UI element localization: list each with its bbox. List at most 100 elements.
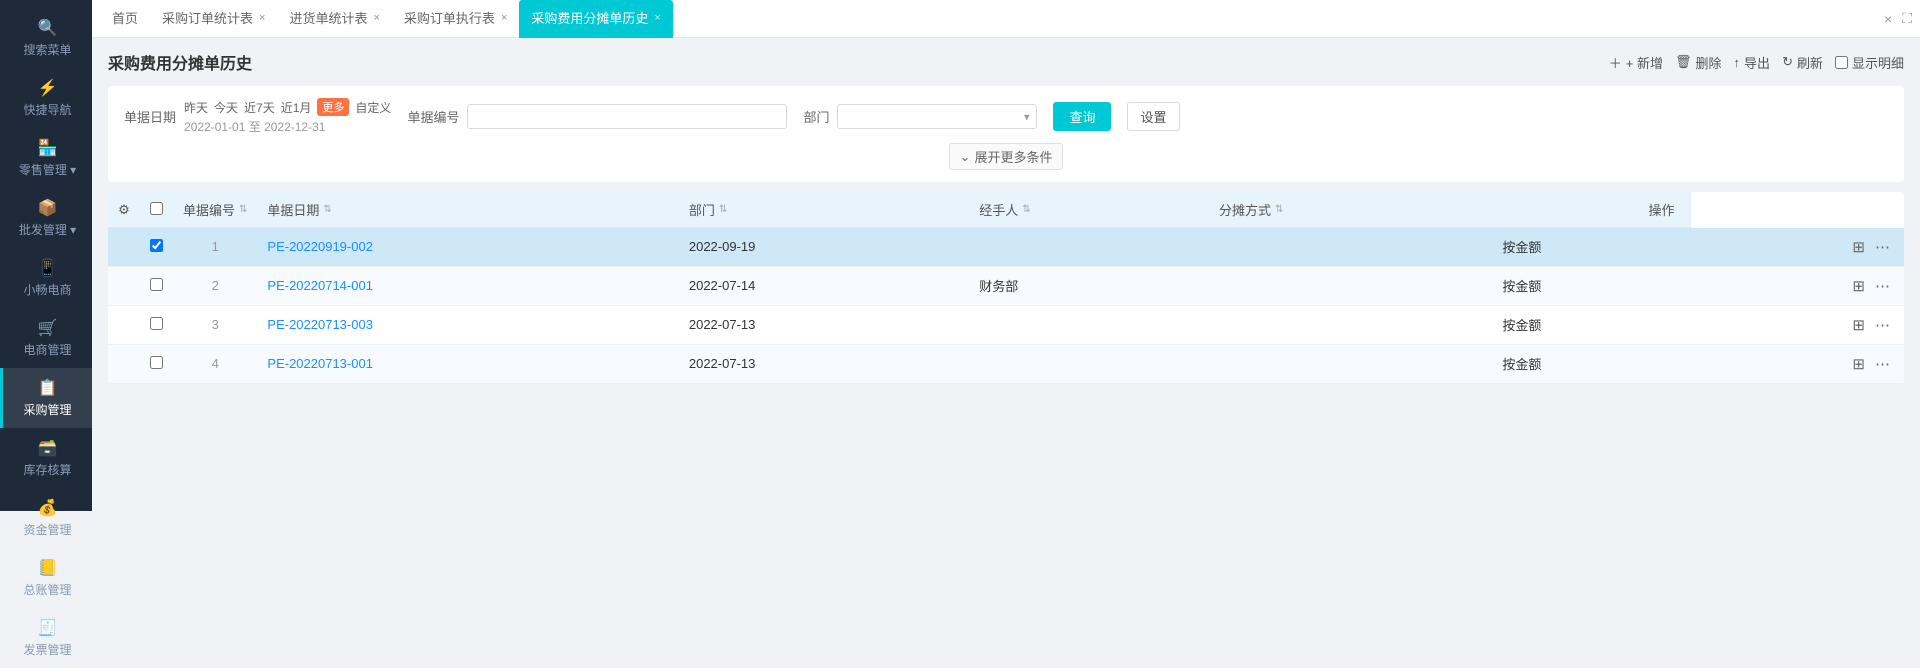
date-field: 单据日期 昨天 今天 近7天 近1月 更多 自定义 2022-01-01 至 2… (124, 98, 391, 135)
search-row: 单据日期 昨天 今天 近7天 近1月 更多 自定义 2022-01-01 至 2… (124, 98, 1888, 135)
tab-home[interactable]: 首页 (100, 0, 150, 38)
row-handler-3 (1209, 344, 1492, 383)
row-split-2: 按金额 (1492, 305, 1690, 344)
search-button[interactable]: 查询 (1053, 102, 1111, 131)
show-cols-input[interactable] (1835, 56, 1848, 69)
row-view-icon-1[interactable]: ⊞ (1850, 275, 1867, 297)
sidebar-item-inventory[interactable]: 🗃️库存核算 (0, 428, 92, 488)
sidebar-item-quick[interactable]: ⚡快捷导航 (0, 68, 92, 128)
row-date-1: 2022-07-14 (679, 266, 969, 305)
sidebar-item-retail[interactable]: 🏪零售管理 ▾ (0, 128, 92, 188)
doc-no-link-2[interactable]: PE-20220713-003 (267, 317, 373, 332)
window-controls: × ⛶ (1884, 10, 1912, 27)
search-area: 单据日期 昨天 今天 近7天 近1月 更多 自定义 2022-01-01 至 2… (108, 86, 1904, 182)
tab-inbound-stats[interactable]: 进货单统计表 × (277, 0, 391, 38)
refresh-button[interactable]: ↻ 刷新 (1782, 53, 1823, 72)
row-op-0: ⊞ ⋯ (1691, 228, 1905, 267)
tab-close-purchase-order-stats[interactable]: × (259, 12, 265, 24)
sidebar-item-invoice[interactable]: 🧾发票管理 (0, 608, 92, 668)
add-button[interactable]: ＋ + 新增 (1609, 53, 1663, 72)
row-num-1: 2 (173, 266, 257, 305)
date-shortcuts: 昨天 今天 近7天 近1月 更多 自定义 (184, 98, 391, 116)
row-docno-cell-0: PE-20220919-002 (257, 228, 678, 267)
tab-purchase-order-exec[interactable]: 采购订单执行表× (392, 0, 519, 38)
data-table: ⚙ 单据编号 ⇅ 单据日期 (108, 192, 1904, 384)
export-icon: ↑ (1734, 55, 1741, 70)
row-handler-0 (1209, 228, 1492, 267)
tab-close-purchase-fee-history[interactable]: × (654, 12, 660, 24)
row-view-icon-3[interactable]: ⊞ (1850, 353, 1867, 375)
row-docno-cell-3: PE-20220713-001 (257, 344, 678, 383)
sidebar-item-wholesale[interactable]: 📦批发管理 ▾ (0, 188, 92, 248)
col-doc-no[interactable]: 单据编号 ⇅ (173, 192, 257, 228)
row-num-2: 3 (173, 305, 257, 344)
yesterday-btn[interactable]: 昨天 (184, 99, 208, 116)
window-close-icon[interactable]: × (1884, 11, 1892, 27)
doc-no-sort-icon: ⇅ (239, 204, 247, 215)
page-header: 采购费用分摊单历史 ＋ + 新增 🗑 删除 ↑ 导出 ↻ 刷新 (108, 50, 1904, 74)
col-split-method[interactable]: 分摊方式 ⇅ (1209, 192, 1492, 228)
tab-label-inbound-stats: 进货单统计表 (289, 8, 367, 27)
tabs-bar: 首页采购订单统计表×进货单统计表×采购订单执行表×采购费用分摊单历史× × ⛶ (92, 0, 1920, 38)
sidebar-item-finance[interactable]: 💰资金管理 (0, 488, 92, 548)
main-content: 首页采购订单统计表×进货单统计表×采购订单执行表×采购费用分摊单历史× × ⛶ … (92, 0, 1920, 511)
more-btn[interactable]: 更多 (317, 98, 349, 116)
row-more-icon-2[interactable]: ⋯ (1873, 314, 1892, 336)
row-checkbox-cell-1 (140, 266, 173, 305)
window-maximize-icon[interactable]: ⛶ (1902, 10, 1912, 27)
dept-label: 部门 (803, 107, 829, 126)
row-dept-1: 财务部 (969, 266, 1209, 305)
row-view-icon-0[interactable]: ⊞ (1850, 236, 1867, 258)
sidebar-item-mini[interactable]: 📱小畅电商 (0, 248, 92, 308)
tab-close-purchase-order-exec[interactable]: × (501, 12, 507, 24)
col-doc-date[interactable]: 单据日期 ⇅ (257, 192, 678, 228)
sidebar-item-accounting[interactable]: 📒总账管理 (0, 548, 92, 608)
tab-close-inbound-stats[interactable]: × (373, 12, 379, 24)
col-settings[interactable]: ⚙ (108, 192, 140, 228)
export-button[interactable]: ↑ 导出 (1734, 53, 1771, 72)
row-check-3[interactable] (150, 356, 163, 369)
today-btn[interactable]: 今天 (214, 99, 238, 116)
row-checkbox-cell-2 (140, 305, 173, 344)
tab-purchase-order-stats[interactable]: 采购订单统计表× (150, 0, 277, 38)
sidebar-item-search[interactable]: 🔍搜索菜单 (0, 8, 92, 68)
row-check-1[interactable] (150, 278, 163, 291)
row-settings-3 (108, 344, 140, 383)
toolbar: ＋ + 新增 🗑 删除 ↑ 导出 ↻ 刷新 显示明细 (1609, 53, 1904, 72)
custom-btn[interactable]: 自定义 (355, 99, 391, 116)
purchase-icon: 📋 (7, 378, 88, 398)
row-more-icon-1[interactable]: ⋯ (1873, 275, 1892, 297)
sidebar-item-ecom[interactable]: 🛒电商管理 (0, 308, 92, 368)
sidebar-item-purchase[interactable]: 📋采购管理 (0, 368, 92, 428)
row-check-0[interactable] (150, 239, 163, 252)
expand-more-btn[interactable]: ⌄ 展开更多条件 (949, 143, 1064, 170)
row-op-1: ⊞ ⋯ (1691, 266, 1905, 305)
wholesale-icon: 📦 (7, 198, 88, 218)
delete-button[interactable]: 🗑 删除 (1675, 53, 1722, 72)
select-all-checkbox[interactable] (150, 202, 163, 215)
row-split-0: 按金额 (1492, 228, 1690, 267)
1month-btn[interactable]: 近1月 (281, 99, 312, 116)
col-handler[interactable]: 经手人 ⇅ (969, 192, 1209, 228)
row-check-2[interactable] (150, 317, 163, 330)
doc-no-input[interactable] (467, 104, 787, 129)
doc-no-link-3[interactable]: PE-20220713-001 (267, 356, 373, 371)
7days-btn[interactable]: 近7天 (244, 99, 275, 116)
dept-field: 部门 财务部 (803, 104, 1037, 129)
row-more-icon-0[interactable]: ⋯ (1873, 236, 1892, 258)
doc-no-link-0[interactable]: PE-20220919-002 (267, 239, 373, 254)
row-settings-0 (108, 228, 140, 267)
tab-purchase-fee-history[interactable]: 采购费用分摊单历史× (519, 0, 672, 38)
show-cols-checkbox[interactable]: 显示明细 (1835, 53, 1904, 72)
quick-icon: ⚡ (7, 78, 88, 98)
dept-select[interactable]: 财务部 (837, 104, 1037, 129)
doc-no-field: 单据编号 (407, 104, 787, 129)
doc-no-link-1[interactable]: PE-20220714-001 (267, 278, 373, 293)
split-sort-icon: ⇅ (1275, 204, 1283, 215)
row-split-3: 按金额 (1492, 344, 1690, 383)
row-more-icon-3[interactable]: ⋯ (1873, 353, 1892, 375)
col-dept[interactable]: 部门 ⇅ (679, 192, 969, 228)
settings-button[interactable]: 设置 (1127, 102, 1179, 131)
page-title: 采购费用分摊单历史 (108, 50, 252, 74)
row-view-icon-2[interactable]: ⊞ (1850, 314, 1867, 336)
